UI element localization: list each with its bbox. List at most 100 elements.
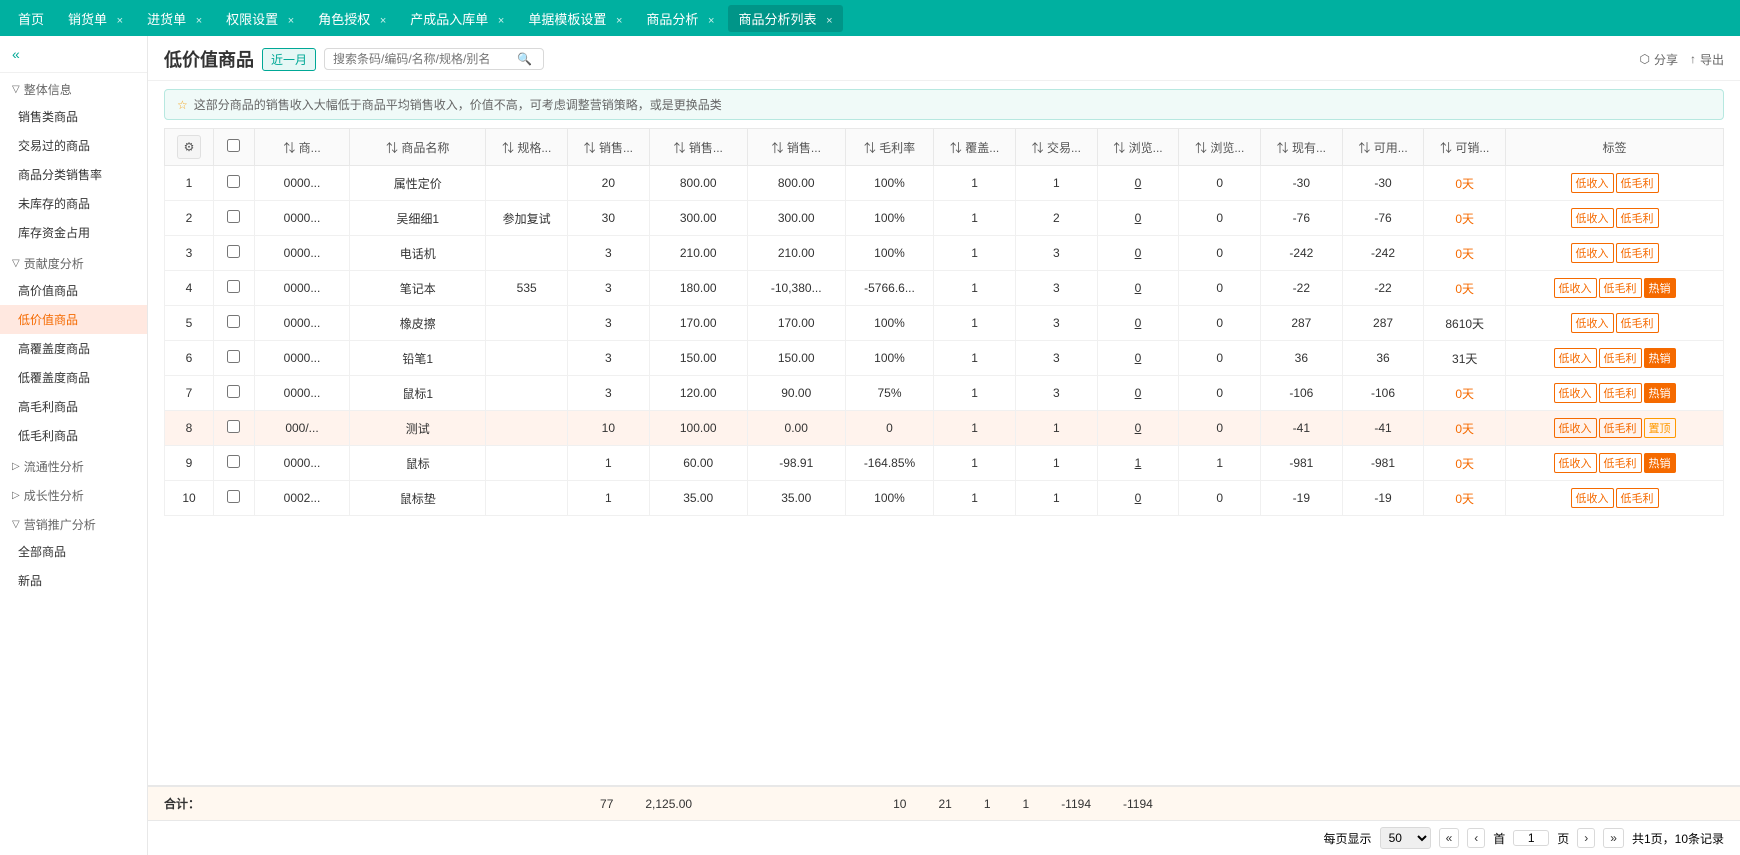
row-checkbox[interactable] bbox=[227, 420, 240, 433]
cell-browse1[interactable]: 1 bbox=[1097, 446, 1179, 481]
cell-checkbox[interactable] bbox=[214, 411, 255, 446]
browse1-link[interactable]: 1 bbox=[1135, 456, 1142, 470]
sidebar-group-liquidity[interactable]: ▷流通性分析 bbox=[0, 450, 147, 479]
row-checkbox[interactable] bbox=[227, 175, 240, 188]
browse1-link[interactable]: 0 bbox=[1135, 246, 1142, 260]
cell-checkbox[interactable] bbox=[214, 166, 255, 201]
last-page-btn[interactable]: » bbox=[1603, 828, 1624, 848]
row-checkbox[interactable] bbox=[227, 245, 240, 258]
sidebar-item-low-coverage[interactable]: 低覆盖度商品 bbox=[0, 363, 147, 392]
cell-browse1[interactable]: 0 bbox=[1097, 166, 1179, 201]
cell-browse1[interactable]: 0 bbox=[1097, 411, 1179, 446]
first-page-btn[interactable]: « bbox=[1439, 828, 1460, 848]
nav-home[interactable]: 首页 bbox=[8, 5, 54, 32]
sidebar-item-high-margin[interactable]: 高毛利商品 bbox=[0, 392, 147, 421]
row-checkbox[interactable] bbox=[227, 385, 240, 398]
nav-purchase[interactable]: 进货单 × bbox=[137, 5, 212, 32]
nav-analysis-list-close[interactable]: × bbox=[826, 15, 832, 27]
browse1-link[interactable]: 0 bbox=[1135, 211, 1142, 225]
cell-browse1[interactable]: 0 bbox=[1097, 376, 1179, 411]
nav-sales[interactable]: 销货单 × bbox=[58, 5, 133, 32]
search-icon[interactable]: 🔍 bbox=[517, 52, 532, 66]
col-sales1[interactable]: ⇅ 销售... bbox=[649, 129, 747, 166]
nav-purchase-close[interactable]: × bbox=[196, 15, 202, 27]
sidebar-item-category-rate[interactable]: 商品分类销售率 bbox=[0, 160, 147, 189]
sidebar-collapse-btn[interactable]: « bbox=[8, 42, 24, 66]
sidebar-group-growth[interactable]: ▷成长性分析 bbox=[0, 479, 147, 508]
browse1-link[interactable]: 0 bbox=[1135, 316, 1142, 330]
row-checkbox[interactable] bbox=[227, 490, 240, 503]
row-checkbox[interactable] bbox=[227, 455, 240, 468]
col-name[interactable]: ⇅ 商品名称 bbox=[350, 129, 486, 166]
sidebar-item-high-coverage[interactable]: 高覆盖度商品 bbox=[0, 334, 147, 363]
browse1-link[interactable]: 0 bbox=[1135, 421, 1142, 435]
nav-product-in[interactable]: 产成品入库单 × bbox=[400, 5, 514, 32]
cell-checkbox[interactable] bbox=[214, 201, 255, 236]
cell-checkbox[interactable] bbox=[214, 236, 255, 271]
nav-product-in-close[interactable]: × bbox=[498, 15, 504, 27]
col-browse1[interactable]: ⇅ 浏览... bbox=[1097, 129, 1179, 166]
sidebar-group-overall[interactable]: ▽整体信息 bbox=[0, 73, 147, 102]
cell-checkbox[interactable] bbox=[214, 376, 255, 411]
sidebar-item-new-goods[interactable]: 新品 bbox=[0, 566, 147, 595]
col-spec[interactable]: ⇅ 规格... bbox=[486, 129, 568, 166]
sidebar-item-low-value[interactable]: 低价值商品 bbox=[0, 305, 147, 334]
time-badge[interactable]: 近一月 bbox=[262, 48, 316, 71]
nav-permission[interactable]: 权限设置 × bbox=[216, 5, 304, 32]
col-code[interactable]: ⇅ 商... bbox=[254, 129, 349, 166]
gear-button[interactable]: ⚙ bbox=[177, 135, 201, 159]
browse1-link[interactable]: 0 bbox=[1135, 386, 1142, 400]
row-checkbox[interactable] bbox=[227, 350, 240, 363]
col-margin[interactable]: ⇅ 毛利率 bbox=[845, 129, 934, 166]
sidebar-item-stock-capital[interactable]: 库存资金占用 bbox=[0, 218, 147, 247]
nav-role-close[interactable]: × bbox=[380, 15, 386, 27]
nav-sales-close[interactable]: × bbox=[117, 15, 123, 27]
next-page-btn[interactable]: › bbox=[1577, 828, 1595, 848]
browse1-link[interactable]: 0 bbox=[1135, 491, 1142, 505]
share-button[interactable]: ⬡ 分享 bbox=[1639, 51, 1678, 68]
select-all-checkbox[interactable] bbox=[227, 139, 240, 152]
col-settings[interactable]: ⚙ bbox=[165, 129, 214, 166]
page-input[interactable] bbox=[1513, 830, 1549, 846]
cell-checkbox[interactable] bbox=[214, 481, 255, 516]
col-trade[interactable]: ⇅ 交易... bbox=[1015, 129, 1097, 166]
row-checkbox[interactable] bbox=[227, 280, 240, 293]
cell-checkbox[interactable] bbox=[214, 446, 255, 481]
nav-analysis-list[interactable]: 商品分析列表 × bbox=[728, 5, 842, 32]
col-available[interactable]: ⇅ 可用... bbox=[1342, 129, 1424, 166]
cell-browse1[interactable]: 0 bbox=[1097, 481, 1179, 516]
sidebar-item-traded-goods[interactable]: 交易过的商品 bbox=[0, 131, 147, 160]
per-page-select[interactable]: 50 100 200 bbox=[1380, 827, 1431, 849]
sidebar-item-sales-goods[interactable]: 销售类商品 bbox=[0, 102, 147, 131]
nav-analysis-close[interactable]: × bbox=[708, 15, 714, 27]
row-checkbox[interactable] bbox=[227, 315, 240, 328]
browse1-link[interactable]: 0 bbox=[1135, 281, 1142, 295]
row-checkbox[interactable] bbox=[227, 210, 240, 223]
sidebar-item-no-stock[interactable]: 未库存的商品 bbox=[0, 189, 147, 218]
nav-analysis[interactable]: 商品分析 × bbox=[636, 5, 724, 32]
cell-checkbox[interactable] bbox=[214, 341, 255, 376]
col-saleable[interactable]: ⇅ 可销... bbox=[1424, 129, 1506, 166]
search-box[interactable]: 🔍 bbox=[324, 48, 544, 70]
nav-permission-close[interactable]: × bbox=[288, 15, 294, 27]
sidebar-group-contribution[interactable]: ▽贡献度分析 bbox=[0, 247, 147, 276]
col-current[interactable]: ⇅ 现有... bbox=[1261, 129, 1343, 166]
nav-template-close[interactable]: × bbox=[616, 15, 622, 27]
cell-browse1[interactable]: 0 bbox=[1097, 236, 1179, 271]
sidebar-item-high-value[interactable]: 高价值商品 bbox=[0, 276, 147, 305]
cell-checkbox[interactable] bbox=[214, 271, 255, 306]
nav-role[interactable]: 角色授权 × bbox=[308, 5, 396, 32]
browse1-link[interactable]: 0 bbox=[1135, 351, 1142, 365]
sidebar-item-low-margin[interactable]: 低毛利商品 bbox=[0, 421, 147, 450]
cell-browse1[interactable]: 0 bbox=[1097, 306, 1179, 341]
prev-page-btn[interactable]: ‹ bbox=[1467, 828, 1485, 848]
col-coverage[interactable]: ⇅ 覆盖... bbox=[934, 129, 1016, 166]
cell-browse1[interactable]: 0 bbox=[1097, 201, 1179, 236]
sidebar-item-all-goods[interactable]: 全部商品 bbox=[0, 537, 147, 566]
col-qty[interactable]: ⇅ 销售... bbox=[568, 129, 650, 166]
col-sales2[interactable]: ⇅ 销售... bbox=[747, 129, 845, 166]
cell-checkbox[interactable] bbox=[214, 306, 255, 341]
export-button[interactable]: ↑ 导出 bbox=[1690, 51, 1724, 68]
browse1-link[interactable]: 0 bbox=[1135, 176, 1142, 190]
sidebar-group-marketing[interactable]: ▽营销推广分析 bbox=[0, 508, 147, 537]
